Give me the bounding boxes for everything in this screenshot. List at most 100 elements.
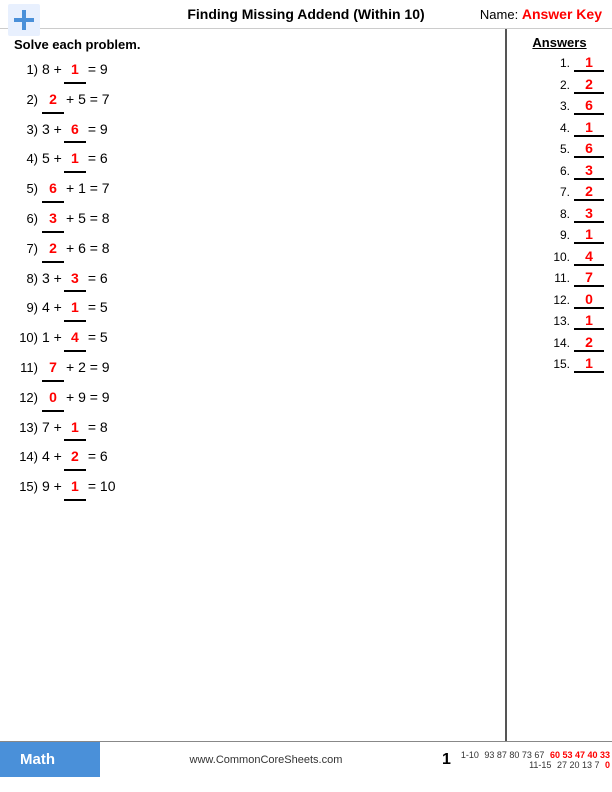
expr-rest: = 6 [88,147,108,171]
expr-text: 3 + [42,267,62,291]
problem-expression: 4 + 1 = 5 [42,296,108,322]
expr-rest: = 5 [88,326,108,350]
answer-key-row: 9.1 [515,226,604,244]
problem-number: 7) [14,238,42,260]
expr-rest: + 9 = 9 [66,386,110,410]
answer-number: 14. [548,336,570,350]
expr-text: 1 + [42,326,62,350]
answer-key-row: 13.1 [515,312,604,330]
expr-text: 4 + [42,445,62,469]
problem-row: 6)3 + 5 = 8 [14,207,491,233]
logo-icon [8,4,40,36]
problem-expression: 3 + 5 = 8 [42,207,110,233]
answer-number: 3. [548,99,570,113]
answer-value: 1 [574,312,604,330]
problem-expression: 3 + 3 = 6 [42,267,108,293]
expr-rest: = 6 [88,445,108,469]
expr-text: 4 + [42,296,62,320]
expr-rest: + 6 = 8 [66,237,110,261]
answer-key-row: 14.2 [515,334,604,352]
problem-number: 10) [14,327,42,349]
answer-number: 13. [548,314,570,328]
problem-expression: 7 + 2 = 9 [42,356,110,382]
problem-number: 9) [14,297,42,319]
stats-highlight-11-15: 0 [605,760,610,770]
answer-number: 8. [548,207,570,221]
answer-key-row: 3.6 [515,97,604,115]
expr-text: 5 + [42,147,62,171]
expr-rest: + 5 = 7 [66,88,110,112]
problem-expression: 9 + 1 = 10 [42,475,116,501]
problem-row: 12)0 + 9 = 9 [14,386,491,412]
answer-number: 5. [548,142,570,156]
answers-title: Answers [515,35,604,50]
problem-number: 2) [14,89,42,111]
expr-rest: + 1 = 7 [66,177,110,201]
answer-blank: 7 [42,356,64,382]
problem-expression: 1 + 4 = 5 [42,326,108,352]
problem-number: 1) [14,59,42,81]
problem-expression: 8 + 1 = 9 [42,58,108,84]
problem-number: 6) [14,208,42,230]
answer-blank: 2 [42,88,64,114]
problem-row: 13)7 + 1 = 8 [14,416,491,442]
footer-url: www.CommonCoreSheets.com [100,754,432,766]
problem-number: 13) [14,417,42,439]
footer-stats: 1-10 93 87 80 73 67 60 53 47 40 33 11-15… [461,750,612,770]
problem-number: 11) [14,357,42,379]
expr-text: 9 + [42,475,62,499]
expr-rest: = 8 [88,416,108,440]
header: Finding Missing Addend (Within 10) Name:… [0,0,612,29]
expr-text: 8 + [42,58,62,82]
expr-rest: + 5 = 8 [66,207,110,231]
answer-key-row: 8.3 [515,205,604,223]
problems-list: 1)8 + 1 = 92)2 + 5 = 73)3 + 6 = 94)5 + 1… [14,58,491,501]
answer-value: 3 [574,205,604,223]
problem-row: 2)2 + 5 = 7 [14,88,491,114]
answer-value: 0 [574,291,604,309]
problem-number: 3) [14,119,42,141]
footer-page: 1 [432,751,461,769]
footer: Math www.CommonCoreSheets.com 1 1-10 93 … [0,741,612,777]
answer-key-row: 5.6 [515,140,604,158]
math-badge: Math [0,742,100,777]
stats-label-1-10: 1-10 [461,750,479,760]
problem-row: 5)6 + 1 = 7 [14,177,491,203]
answer-blank: 3 [64,267,86,293]
expr-rest: + 2 = 9 [66,356,110,380]
expr-text: 3 + [42,118,62,142]
problem-number: 14) [14,446,42,468]
answer-value: 4 [574,248,604,266]
answer-blank: 6 [42,177,64,203]
answer-number: 12. [548,293,570,307]
problem-expression: 2 + 5 = 7 [42,88,110,114]
answer-blank: 1 [64,475,86,501]
problem-row: 1)8 + 1 = 9 [14,58,491,84]
problem-expression: 4 + 2 = 6 [42,445,108,471]
answer-blank: 1 [64,147,86,173]
answer-key-row: 1.1 [515,54,604,72]
expr-rest: = 9 [88,118,108,142]
answer-value: 3 [574,162,604,180]
problem-row: 10)1 + 4 = 5 [14,326,491,352]
problem-expression: 0 + 9 = 9 [42,386,110,412]
answer-number: 10. [548,250,570,264]
stats-label-11-15: 11-15 [529,760,551,770]
answer-key-row: 15.1 [515,355,604,373]
problem-expression: 2 + 6 = 8 [42,237,110,263]
answer-key-row: 6.3 [515,162,604,180]
answer-number: 9. [548,228,570,242]
answers-list: 1.12.23.64.15.66.37.28.39.110.411.712.01… [515,54,604,373]
stats-values-1-10: 93 87 80 73 67 [482,750,547,760]
expr-text: 7 + [42,416,62,440]
instructions: Solve each problem. [14,37,491,52]
problem-number: 5) [14,178,42,200]
answer-number: 1. [548,56,570,70]
worksheet-title: Finding Missing Addend (Within 10) [187,6,424,22]
answer-value: 2 [574,334,604,352]
answer-value: 2 [574,183,604,201]
problem-number: 4) [14,148,42,170]
answer-blank: 2 [42,237,64,263]
problems-section: Solve each problem. 1)8 + 1 = 92)2 + 5 =… [0,29,507,741]
answer-blank: 1 [64,416,86,442]
